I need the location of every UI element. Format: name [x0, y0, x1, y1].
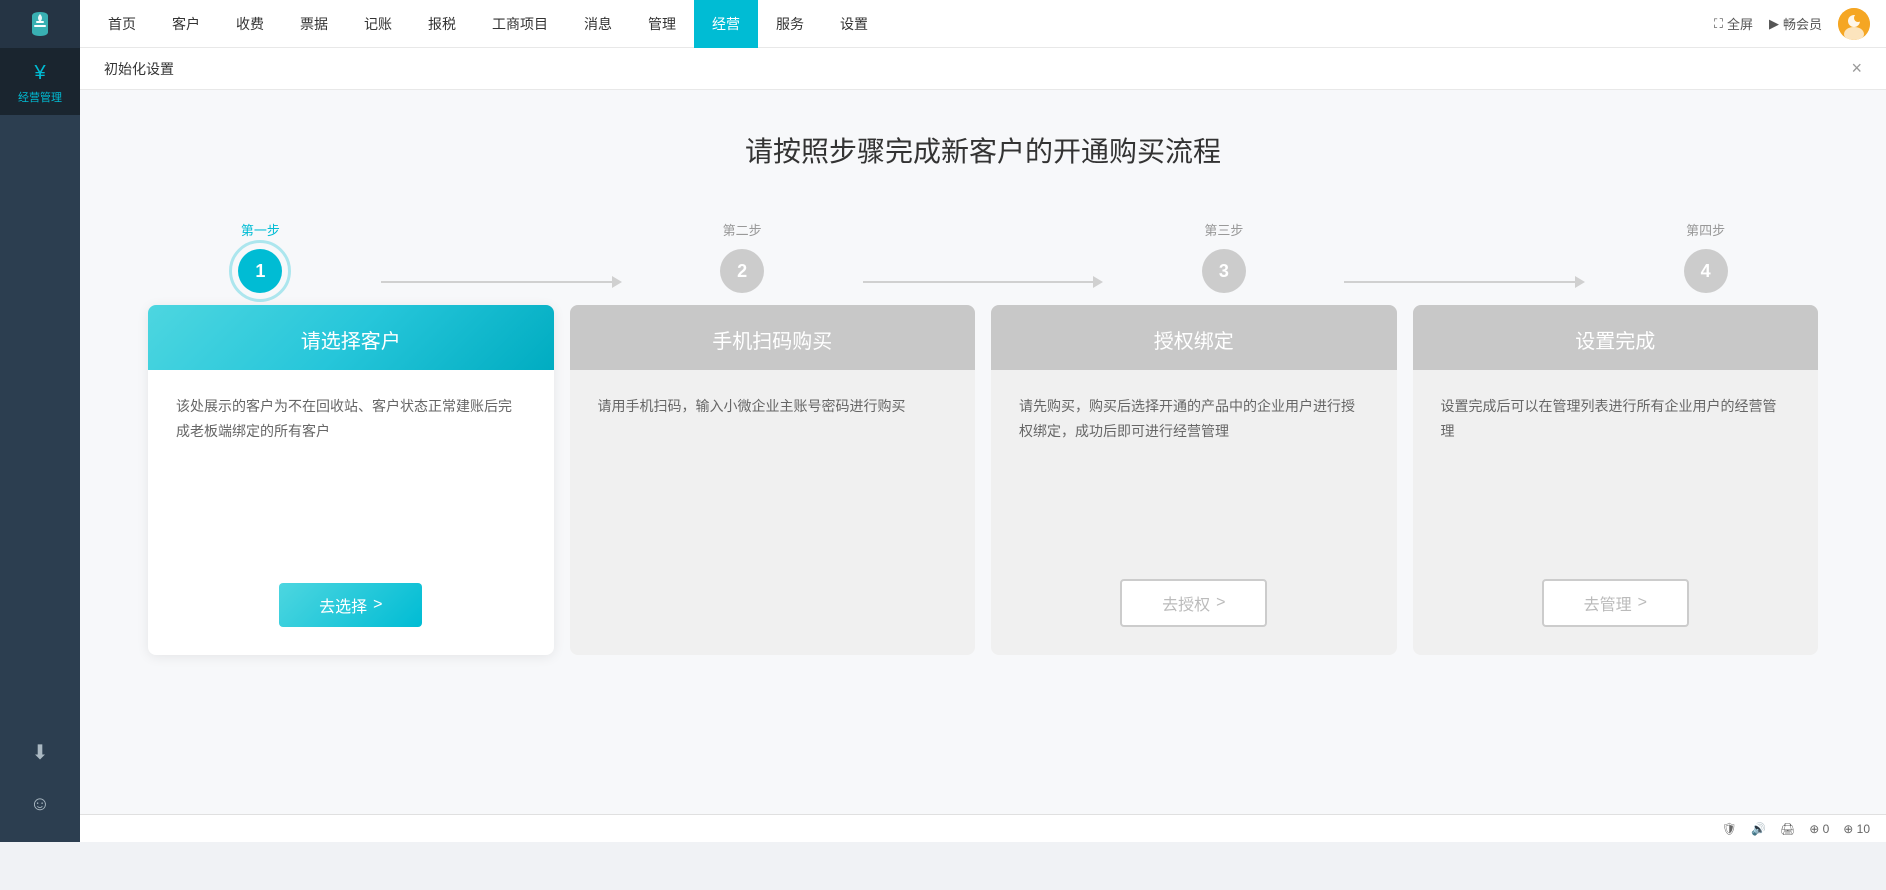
nav-messages[interactable]: 消息 [566, 0, 630, 48]
step-card-2: 手机扫码购买 请用手机扫码，输入小微企业主账号密码进行购买 [570, 305, 976, 655]
step-card-body-1: 该处展示的客户为不在回收站、客户状态正常建账后完成老板端绑定的所有客户 [148, 370, 554, 583]
step-label-1: 第一步 [241, 220, 280, 239]
step-card-body-2: 请用手机扫码，输入小微企业主账号密码进行购买 [570, 370, 976, 627]
nav-service[interactable]: 服务 [758, 0, 822, 48]
status-count-1: ⊕ 0 [1809, 822, 1829, 836]
step-card-footer-1: 去选择 > [148, 583, 554, 655]
download-icon: ⬇ [32, 740, 49, 765]
arrow-line-2 [863, 281, 1094, 283]
sidebar: ¥ 经营管理 ⬇ ☺ [0, 0, 80, 842]
arrow-icon-4: > [1638, 594, 1647, 612]
page-title: 请按照步骤完成新客户的开通购买流程 [140, 130, 1826, 170]
step-4-action-button[interactable]: 去管理 > [1542, 579, 1689, 627]
step-circle-2: 2 [720, 249, 764, 293]
connector-3-4 [1344, 276, 1585, 288]
avatar[interactable] [1838, 8, 1870, 40]
sidebar-item-support[interactable]: ☺ [0, 779, 80, 830]
step-header-2: 第二步 2 [622, 220, 863, 293]
step-card-header-3: 授权绑定 [991, 305, 1397, 370]
step-3-action-button[interactable]: 去授权 > [1120, 579, 1267, 627]
step-card-header-2: 手机扫码购买 [570, 305, 976, 370]
nav-home[interactable]: 首页 [90, 0, 154, 48]
step-card-header-1: 请选择客户 [148, 305, 554, 370]
step-header-4: 第四步 4 [1585, 220, 1826, 293]
content-area: 请按照步骤完成新客户的开通购买流程 第一步 1 第二步 2 [80, 90, 1886, 685]
membership-button[interactable]: ▶ 畅会员 [1769, 14, 1822, 33]
step-circle-3: 3 [1202, 249, 1246, 293]
shield-icon: 🛡 [1722, 822, 1737, 836]
breadcrumb-title: 初始化设置 [104, 59, 174, 79]
step-card-4: 设置完成 设置完成后可以在管理列表进行所有企业用户的经营管理 去管理 > [1413, 305, 1819, 655]
nav-fees[interactable]: 收费 [218, 0, 282, 48]
top-nav: 首页 客户 收费 票据 记账 报税 工商项目 消息 管理 经营 服务 设置 ⛶ … [0, 0, 1886, 48]
arrow-head-2 [1093, 276, 1103, 288]
fullscreen-icon: ⛶ [1714, 16, 1723, 32]
step-card-footer-2 [570, 627, 976, 655]
sidebar-bottom: ⬇ ☺ [0, 726, 80, 842]
step-card-3: 授权绑定 请先购买，购买后选择开通的产品中的企业用户进行授权绑定，成功后即可进行… [991, 305, 1397, 655]
arrow-head-3 [1575, 276, 1585, 288]
play-icon: ▶ [1769, 16, 1779, 32]
step-label-2: 第二步 [723, 220, 762, 239]
fullscreen-button[interactable]: ⛶ 全屏 [1714, 14, 1753, 33]
main-content: 初始化设置 × 请按照步骤完成新客户的开通购买流程 第一步 1 第二步 [80, 48, 1886, 814]
step-header-1: 第一步 1 [140, 220, 381, 293]
status-bar: ▶ 完成 🛡 🔊 🖨 ⊕ 0 ⊕ 10 [0, 814, 1886, 842]
steps-header: 第一步 1 第二步 2 [140, 220, 1826, 293]
nav-industry[interactable]: 工商项目 [474, 0, 566, 48]
nav-customers[interactable]: 客户 [154, 0, 218, 48]
step-circle-1: 1 [238, 249, 282, 293]
step-card-footer-4: 去管理 > [1413, 579, 1819, 655]
arrow-line-1 [381, 281, 612, 283]
arrow-icon-1: > [373, 596, 382, 614]
nav-operations[interactable]: 经营 [694, 0, 758, 48]
connector-1-2 [381, 276, 622, 288]
sidebar-logo [0, 0, 80, 48]
step-circle-4: 4 [1684, 249, 1728, 293]
step-label-4: 第四步 [1686, 220, 1725, 239]
top-nav-right: ⛶ 全屏 ▶ 畅会员 [1714, 8, 1886, 40]
step-card-body-4: 设置完成后可以在管理列表进行所有企业用户的经营管理 [1413, 370, 1819, 579]
support-icon: ☺ [30, 793, 50, 816]
status-count-2: ⊕ 10 [1843, 822, 1870, 836]
nav-tax[interactable]: 报税 [410, 0, 474, 48]
step-card-header-4: 设置完成 [1413, 305, 1819, 370]
step-card-footer-3: 去授权 > [991, 579, 1397, 655]
arrow-icon-3: > [1216, 594, 1225, 612]
close-button[interactable]: × [1851, 58, 1862, 79]
arrow-head-1 [612, 276, 622, 288]
connector-2-3 [863, 276, 1104, 288]
sidebar-item-management[interactable]: ¥ 经营管理 [0, 48, 80, 115]
step-card-1: 请选择客户 该处展示的客户为不在回收站、客户状态正常建账后完成老板端绑定的所有客… [148, 305, 554, 655]
nav-settings[interactable]: 设置 [822, 0, 886, 48]
arrow-line-3 [1344, 281, 1575, 283]
breadcrumb-bar: 初始化设置 × [80, 48, 1886, 90]
volume-icon: 🔊 [1751, 822, 1766, 836]
status-bar-right: 🛡 🔊 🖨 ⊕ 0 ⊕ 10 [1722, 822, 1870, 836]
management-icon: ¥ [34, 62, 45, 85]
step-card-body-3: 请先购买，购买后选择开通的产品中的企业用户进行授权绑定，成功后即可进行经营管理 [991, 370, 1397, 579]
print-icon: 🖨 [1780, 822, 1795, 836]
step-cards-row: 请选择客户 该处展示的客户为不在回收站、客户状态正常建账后完成老板端绑定的所有客… [140, 305, 1826, 655]
step-1-action-button[interactable]: 去选择 > [279, 583, 422, 627]
nav-bills[interactable]: 票据 [282, 0, 346, 48]
sidebar-item-download[interactable]: ⬇ [0, 726, 80, 779]
step-label-3: 第三步 [1204, 220, 1243, 239]
sidebar-item-label: 经营管理 [18, 89, 62, 105]
nav-accounting[interactable]: 记账 [346, 0, 410, 48]
step-header-3: 第三步 3 [1103, 220, 1344, 293]
nav-manage[interactable]: 管理 [630, 0, 694, 48]
